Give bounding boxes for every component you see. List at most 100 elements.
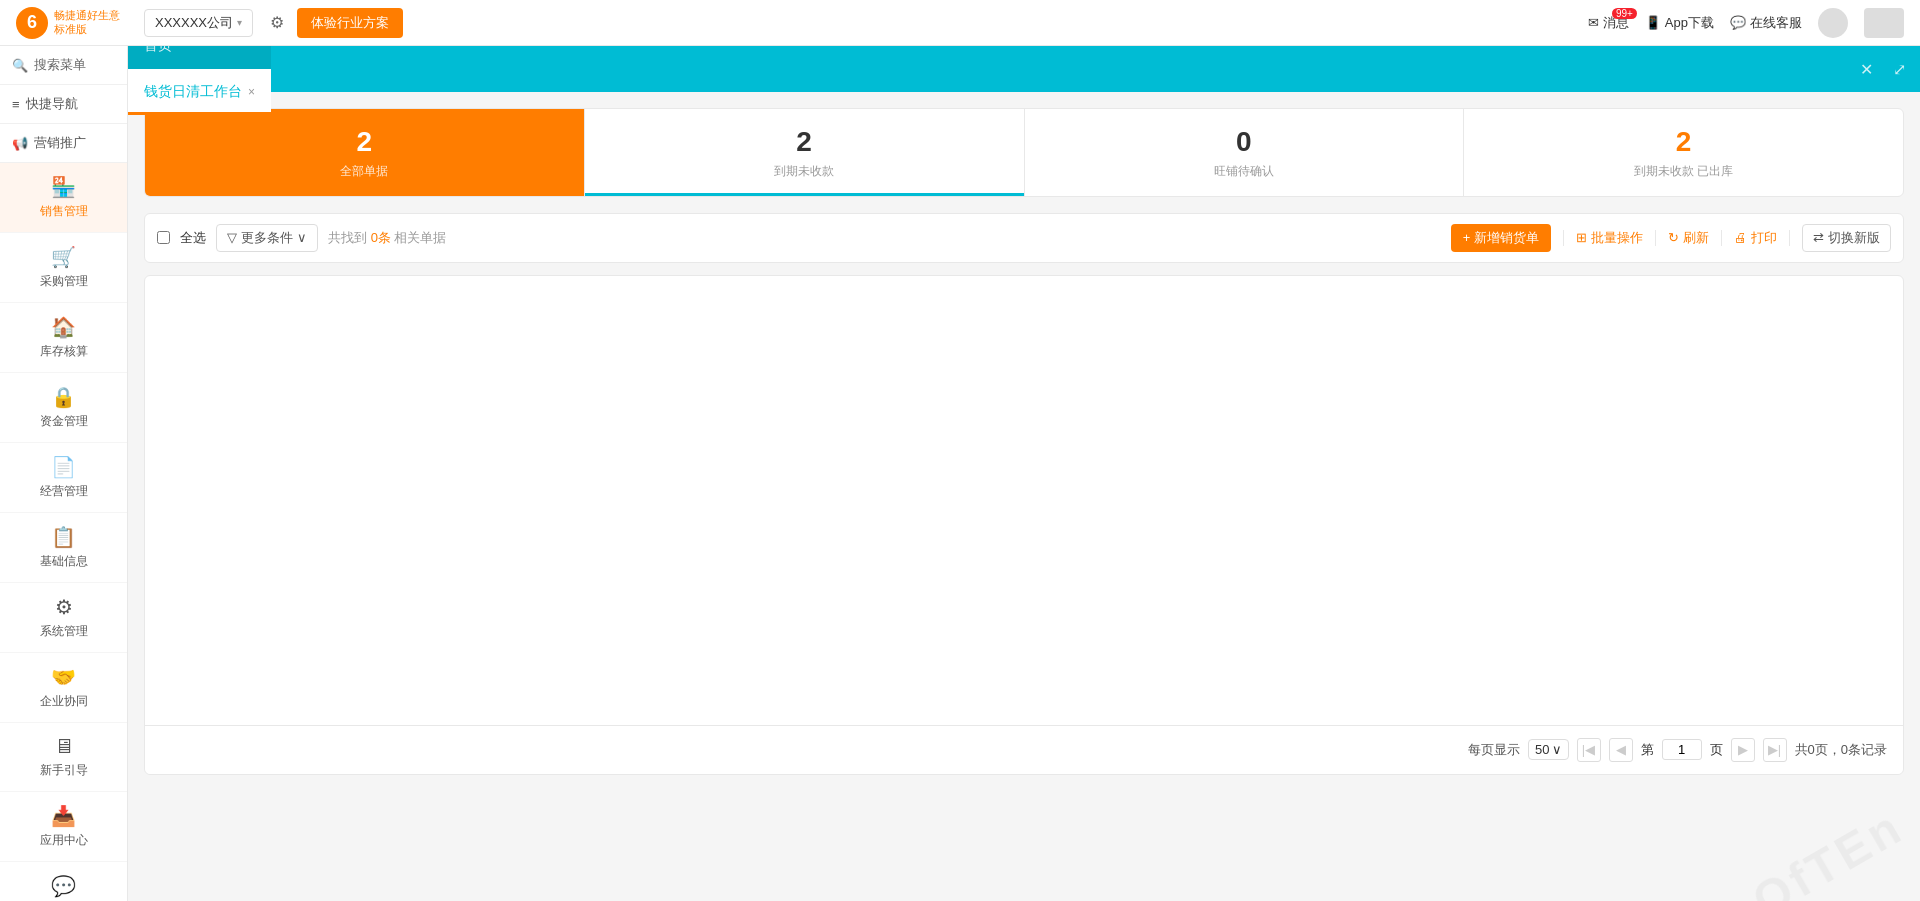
filter-chevron: ∨ [297,230,307,245]
appstore-icon: 📥 [51,804,76,828]
online-service-button[interactable]: 💬 在线客服 [1730,14,1802,32]
stat-num: 2 [1476,125,1891,159]
logo-icon: 6 [16,7,48,39]
app-download-button[interactable]: 📱 App下载 [1645,14,1714,32]
marketing-icon: 📢 [12,136,28,151]
filter-button[interactable]: ▽ 更多条件 ∨ [216,224,318,252]
tab-underline [128,112,271,115]
page-size-value: 50 [1535,742,1549,757]
message-button[interactable]: ✉ 消息 99+ [1588,14,1629,32]
stat-card-wangpu_confirm[interactable]: 0 旺铺待确认 [1025,109,1465,196]
marketing-label: 营销推广 [34,134,86,152]
finance-icon: 🔒 [51,385,76,409]
sidebar-item-marketing[interactable]: 📢 营销推广 [0,124,127,163]
pagination-next-button[interactable]: ▶ [1731,738,1755,762]
sidebar-item-wecom[interactable]: 💬 企业微信 [0,862,127,901]
page-size-chevron: ∨ [1552,742,1562,757]
found-count: 0条 [371,230,391,245]
sidebar-item-appstore[interactable]: 📥 应用中心 [0,792,127,862]
settings-icon[interactable]: ⚙ [263,9,291,37]
sidebar-search[interactable]: 🔍 搜索菜单 [0,46,127,85]
pagination-last-button[interactable]: ▶| [1763,738,1787,762]
select-all-label: 全选 [180,229,206,247]
print-icon: 🖨 [1734,230,1747,245]
sidebar-item-label: 经营管理 [40,483,88,500]
sidebar-item-sales[interactable]: 🏪 销售管理 [0,163,127,233]
enterprise-icon: 🤝 [51,665,76,689]
quick-nav-label: 快捷导航 [26,95,78,113]
tabbar-expand-icon[interactable]: ⤢ [1887,58,1912,81]
table-empty [145,276,1903,725]
basic-icon: 📋 [51,525,76,549]
sidebar-item-inventory[interactable]: 🏠 库存核算 [0,303,127,373]
sidebar-item-purchase[interactable]: 🛒 采购管理 [0,233,127,303]
sidebar-item-label: 企业协同 [40,693,88,710]
operation-icon: 📄 [51,455,76,479]
sidebar-item-label: 基础信息 [40,553,88,570]
sidebar-item-basic[interactable]: 📋 基础信息 [0,513,127,583]
select-all-checkbox[interactable] [157,231,170,244]
pagination-first-button[interactable]: |◀ [1577,738,1601,762]
pagination-page-input[interactable] [1662,739,1702,760]
user-info[interactable] [1864,8,1904,38]
divider4 [1789,230,1790,246]
sidebar-item-finance[interactable]: 🔒 资金管理 [0,373,127,443]
stat-num: 2 [157,125,572,159]
pagination-page-label: 第 [1641,741,1654,759]
tab-close-icon[interactable]: × [248,85,255,99]
sidebar-item-quick-nav[interactable]: ≡ 快捷导航 [0,85,127,124]
found-text: 共找到 0条 相关单据 [328,229,446,247]
pagination-page-suffix: 页 [1710,741,1723,759]
sidebar-item-label: 系统管理 [40,623,88,640]
sidebar-item-system[interactable]: ⚙ 系统管理 [0,583,127,653]
sidebar-item-label: 采购管理 [40,273,88,290]
stat-card-overdue_unpaid[interactable]: 2 到期未收款 [585,109,1025,196]
divider2 [1655,230,1656,246]
switch-icon: ⇄ [1813,230,1824,245]
page-size-select[interactable]: 50 ∨ [1528,739,1568,760]
sidebar-item-label: 库存核算 [40,343,88,360]
wecom-icon: 💬 [51,874,76,898]
stat-label: 旺铺待确认 [1037,163,1452,180]
divider [1563,230,1564,246]
guide-icon: 🖥 [54,735,74,758]
sidebar-item-enterprise[interactable]: 🤝 企业协同 [0,653,127,723]
filter-icon: ▽ [227,230,237,245]
logo: 6 畅捷通好生意 标准版 [16,7,144,39]
print-button[interactable]: 🖨 打印 [1734,229,1777,247]
sidebar: 🔍 搜索菜单 ≡ 快捷导航 📢 营销推广 🏪 销售管理🛒 采购管理🏠 库存核算🔒… [0,46,128,901]
industry-button[interactable]: 体验行业方案 [297,8,403,38]
stat-card-overdue_unshipped[interactable]: 2 到期未收款 已出库 [1464,109,1903,196]
sidebar-item-operation[interactable]: 📄 经营管理 [0,443,127,513]
company-selector[interactable]: XXXXXX公司 ▾ [144,9,253,37]
refresh-button[interactable]: ↻ 刷新 [1668,229,1709,247]
tab-cashflow[interactable]: 钱货日清工作台× [128,69,271,115]
page-size-label: 每页显示 [1468,741,1520,759]
stat-num: 0 [1037,125,1452,159]
stat-card-all[interactable]: 2 全部单据 [145,109,585,196]
filter-label: 更多条件 [241,229,293,247]
inventory-icon: 🏠 [51,315,76,339]
toolbar: 全选 ▽ 更多条件 ∨ 共找到 0条 相关单据 + 新增销货单 ⊞ 批量操作 ↻ [144,213,1904,263]
avatar[interactable] [1818,8,1848,38]
search-icon: 🔍 [12,58,28,73]
switch-version-button[interactable]: ⇄ 切换新版 [1802,224,1891,252]
service-icon: 💬 [1730,15,1746,30]
stat-num: 2 [597,125,1012,159]
pagination-summary: 共0页，0条记录 [1795,741,1887,759]
new-sale-order-button[interactable]: + 新增销货单 [1451,224,1551,252]
tabbar-close-icon[interactable]: ✕ [1854,58,1879,81]
toolbar-right: + 新增销货单 ⊞ 批量操作 ↻ 刷新 🖨 打印 ⇄ 切换新版 [1451,224,1891,252]
sidebar-item-label: 新手引导 [40,762,88,779]
batch-operation-button[interactable]: ⊞ 批量操作 [1576,229,1643,247]
pagination-prev-button[interactable]: ◀ [1609,738,1633,762]
table-area: 每页显示 50 ∨ |◀ ◀ 第 页 ▶ ▶| 共0页，0条记录 [144,275,1904,775]
stat-cards: 2 全部单据 2 到期未收款 0 旺铺待确认 2 到期未收款 已出库 [144,108,1904,197]
stat-label: 到期未收款 [597,163,1012,180]
header: 6 畅捷通好生意 标准版 XXXXXX公司 ▾ ⚙ 体验行业方案 ✉ 消息 99… [0,0,1920,46]
tabbar: 首页钱货日清工作台× ✕ ⤢ [128,46,1920,92]
sidebar-item-guide[interactable]: 🖥 新手引导 [0,723,127,792]
system-icon: ⚙ [55,595,73,619]
message-icon: ✉ [1588,15,1599,30]
sidebar-item-label: 销售管理 [40,203,88,220]
